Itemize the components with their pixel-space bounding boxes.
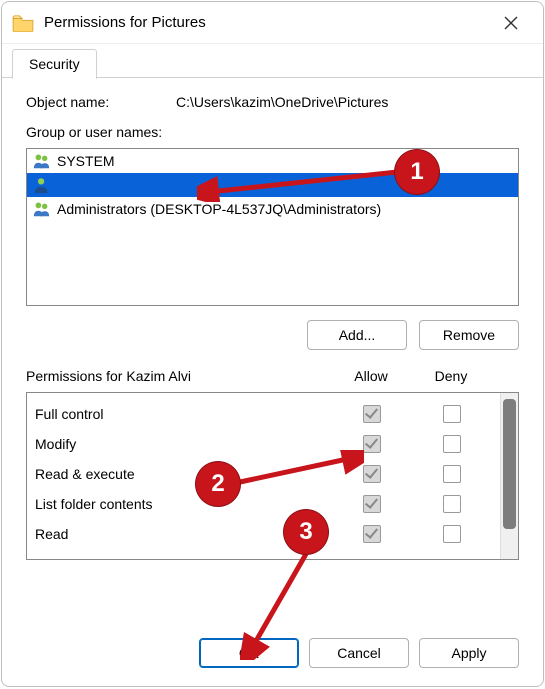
remove-button[interactable]: Remove: [419, 320, 519, 350]
deny-checkbox[interactable]: [443, 435, 461, 453]
deny-checkbox[interactable]: [443, 405, 461, 423]
allow-checkbox[interactable]: [363, 525, 381, 543]
deny-checkbox[interactable]: [443, 465, 461, 483]
perm-row: Modify: [27, 429, 500, 459]
allow-header: Allow: [331, 368, 411, 384]
allow-checkbox[interactable]: [363, 495, 381, 513]
content-area: Object name: C:\Users\kazim\OneDrive\Pic…: [2, 77, 543, 628]
annotation-badge-3: 3: [284, 510, 328, 554]
dialog-buttons: OK Cancel Apply: [2, 628, 543, 686]
perm-row: Read: [27, 519, 500, 549]
group-label: Group or user names:: [26, 124, 519, 140]
perm-name: Modify: [35, 436, 332, 452]
perm-name: Full control: [35, 406, 332, 422]
cancel-button[interactable]: Cancel: [309, 638, 409, 668]
object-name-row: Object name: C:\Users\kazim\OneDrive\Pic…: [26, 94, 519, 110]
annotation-badge-2: 2: [196, 462, 240, 506]
user-row-admins[interactable]: Administrators (DESKTOP-4L537JQ\Administ…: [27, 197, 518, 221]
titlebar: Permissions for Pictures: [2, 2, 543, 44]
perm-row: Read & execute: [27, 459, 500, 489]
allow-checkbox[interactable]: [363, 435, 381, 453]
permissions-list: Full control Modify Read & execute: [26, 392, 519, 560]
deny-header: Deny: [411, 368, 491, 384]
user-row-selected[interactable]: [27, 173, 518, 197]
user-name: Administrators (DESKTOP-4L537JQ\Administ…: [57, 201, 381, 217]
close-icon: [504, 16, 518, 30]
annotation-badge-1: 1: [395, 150, 439, 194]
perm-name: List folder contents: [35, 496, 332, 512]
permissions-dialog: Permissions for Pictures Security Object…: [1, 1, 544, 687]
allow-checkbox[interactable]: [363, 465, 381, 483]
perm-row: Full control: [27, 399, 500, 429]
tab-bar: Security: [2, 44, 543, 78]
user-buttons: Add... Remove: [26, 320, 519, 350]
apply-button[interactable]: Apply: [419, 638, 519, 668]
permissions-title: Permissions for Kazim Alvi: [26, 368, 331, 384]
scrollbar[interactable]: [500, 393, 518, 559]
perm-name: Read & execute: [35, 466, 332, 482]
folder-icon: [12, 14, 34, 32]
user-name: SYSTEM: [57, 153, 115, 169]
add-button[interactable]: Add...: [307, 320, 407, 350]
deny-checkbox[interactable]: [443, 495, 461, 513]
users-icon: [33, 200, 51, 218]
scroll-thumb[interactable]: [503, 399, 516, 529]
scroll-track[interactable]: [501, 393, 518, 559]
tab-security[interactable]: Security: [12, 49, 97, 79]
user-list[interactable]: SYSTEM Administrators (DESKTOP-4L537JQ\A…: [26, 148, 519, 306]
users-icon: [33, 152, 51, 170]
permissions-header: Permissions for Kazim Alvi Allow Deny: [26, 368, 519, 384]
allow-checkbox[interactable]: [363, 405, 381, 423]
permissions-rows: Full control Modify Read & execute: [27, 393, 500, 559]
object-name-label: Object name:: [26, 94, 176, 110]
object-name-value: C:\Users\kazim\OneDrive\Pictures: [176, 94, 388, 110]
window-title: Permissions for Pictures: [44, 14, 489, 31]
perm-row: List folder contents: [27, 489, 500, 519]
permissions-area: Permissions for Kazim Alvi Allow Deny Fu…: [26, 368, 519, 560]
user-row-system[interactable]: SYSTEM: [27, 149, 518, 173]
ok-button[interactable]: OK: [199, 638, 299, 668]
close-button[interactable]: [489, 7, 533, 39]
user-icon: [33, 176, 51, 194]
deny-checkbox[interactable]: [443, 525, 461, 543]
